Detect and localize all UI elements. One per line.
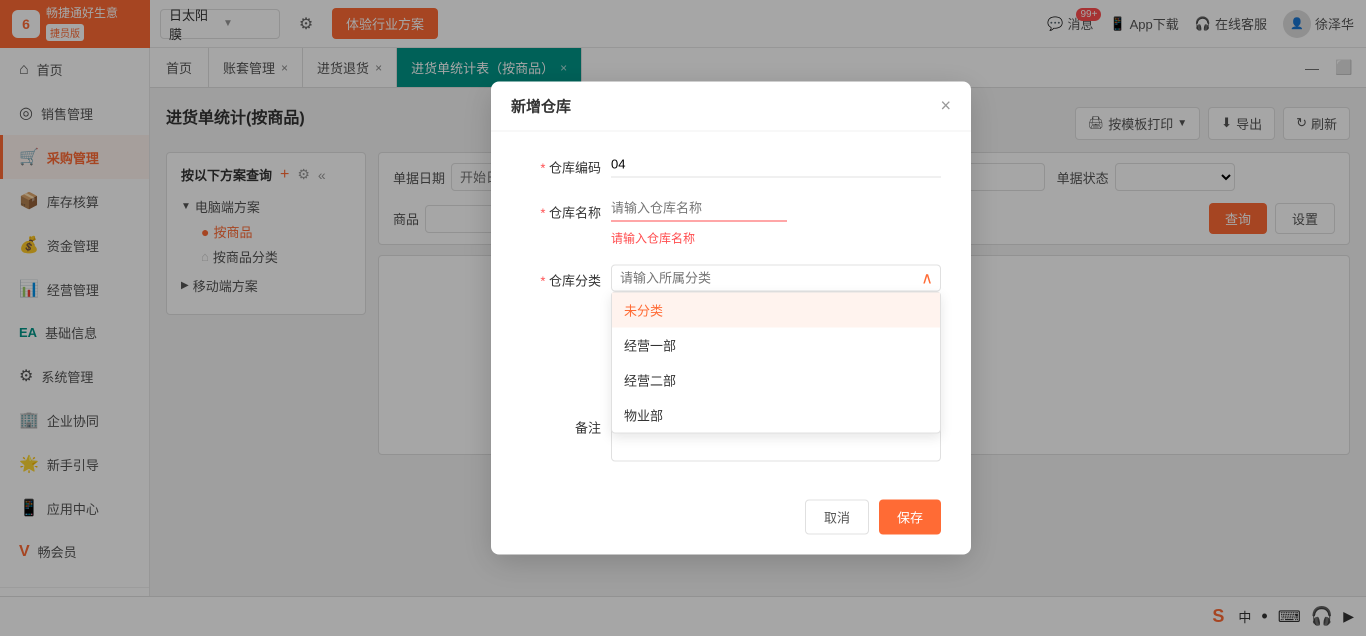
code-label: 仓库编码: [521, 152, 601, 177]
form-row-code: 仓库编码: [521, 152, 941, 178]
modal-header: 新增仓库 ×: [491, 82, 971, 132]
modal-footer: 取消 保存: [491, 490, 971, 555]
modal-close-button[interactable]: ×: [940, 96, 951, 117]
name-label: 仓库名称: [521, 196, 601, 221]
modal-body: 仓库编码 仓库名称 请输入仓库名称 仓库分类 ∧ 未分类 经营一部 经营二部: [491, 132, 971, 490]
form-row-name: 仓库名称 请输入仓库名称: [521, 196, 941, 247]
dropdown-item-property[interactable]: 物业部: [612, 398, 940, 433]
warehouse-name-input[interactable]: [611, 196, 787, 222]
dropdown-item-operation2[interactable]: 经营二部: [612, 363, 940, 398]
category-select-wrapper: ∧ 未分类 经营一部 经营二部 物业部: [611, 265, 941, 292]
warehouse-code-input[interactable]: [611, 152, 941, 178]
dropdown-item-uncategorized[interactable]: 未分类: [612, 293, 940, 328]
category-dropdown: 未分类 经营一部 经营二部 物业部: [611, 292, 941, 434]
cancel-button[interactable]: 取消: [805, 500, 869, 535]
save-button[interactable]: 保存: [879, 500, 941, 535]
category-label: 仓库分类: [521, 265, 601, 290]
dropdown-item-operation1[interactable]: 经营一部: [612, 328, 940, 363]
modal-title: 新增仓库: [511, 96, 571, 117]
note-label: 备注: [521, 412, 601, 437]
category-input[interactable]: [611, 265, 941, 292]
form-row-category: 仓库分类 ∧ 未分类 经营一部 经营二部 物业部: [521, 265, 941, 292]
name-error-message: 请输入仓库名称: [611, 230, 695, 247]
add-warehouse-modal: 新增仓库 × 仓库编码 仓库名称 请输入仓库名称 仓库分类 ∧: [491, 82, 971, 555]
